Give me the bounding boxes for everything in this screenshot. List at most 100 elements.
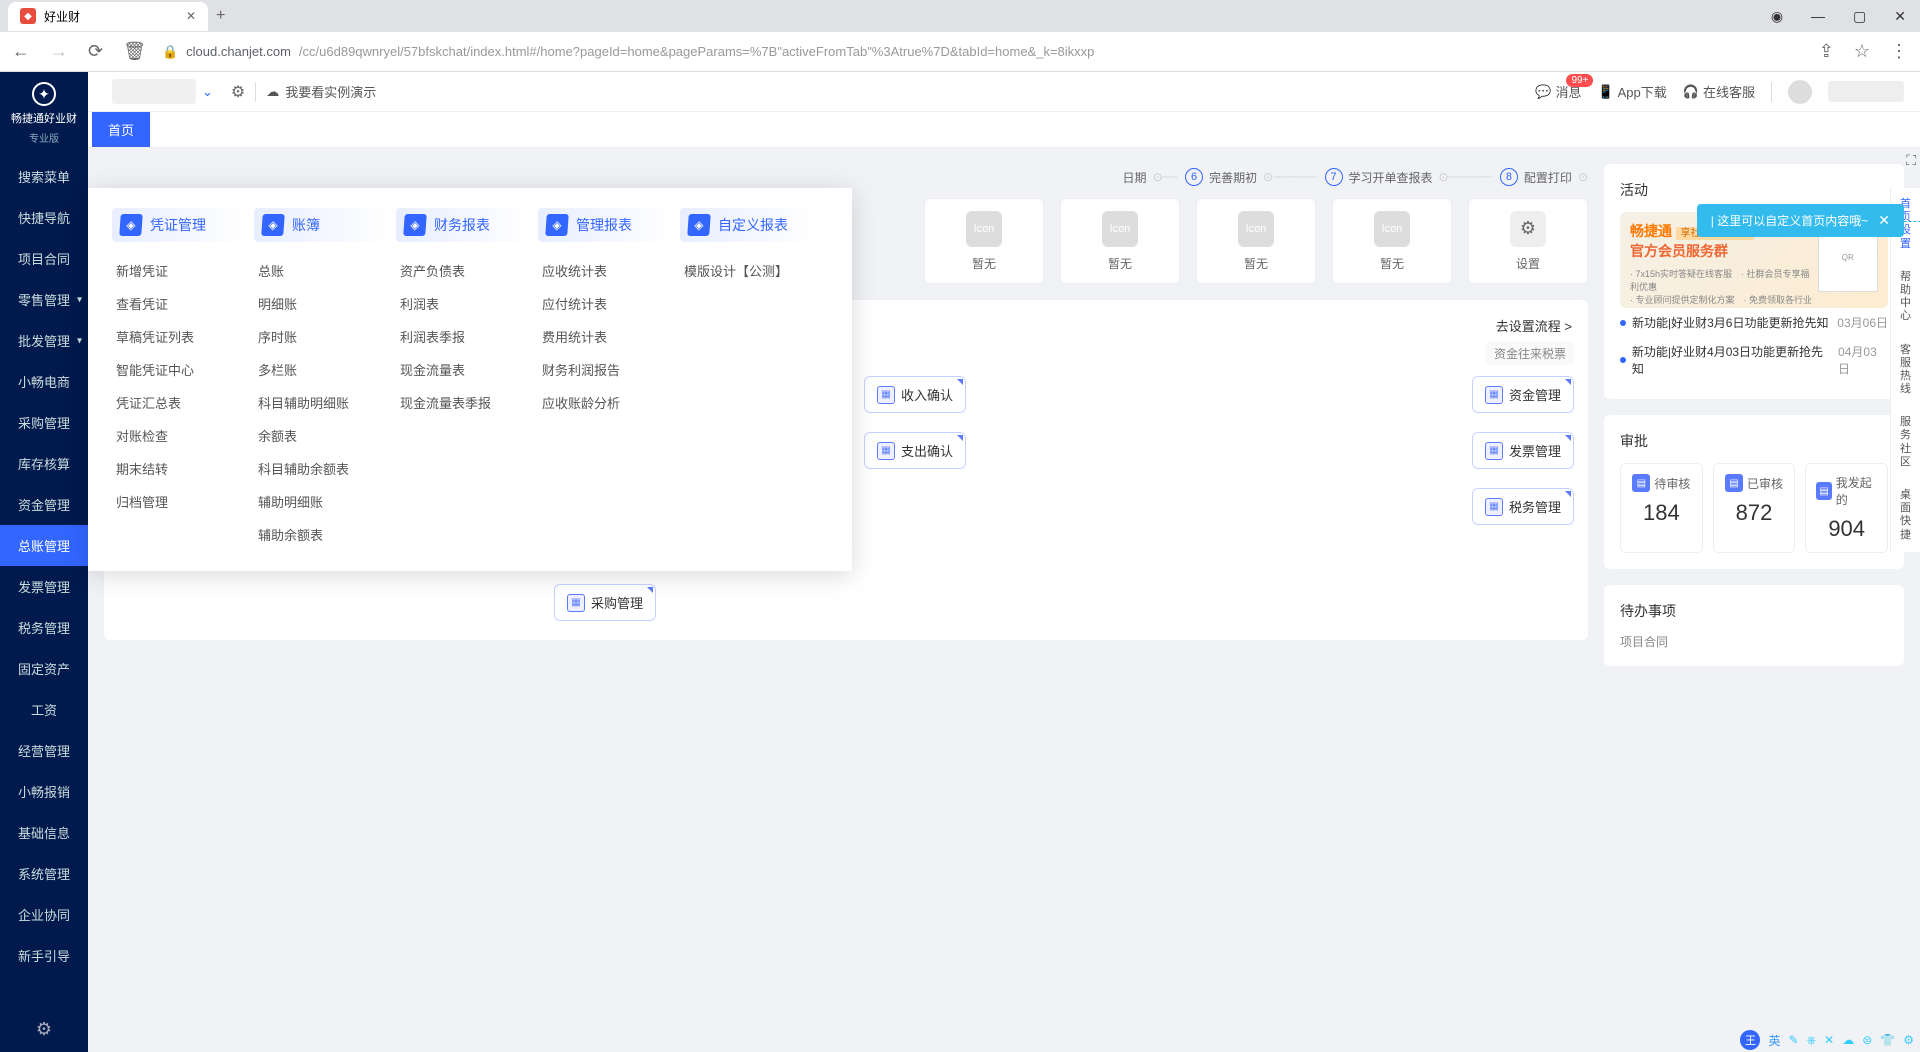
menu-item[interactable]: 总账	[254, 254, 390, 287]
forward-icon[interactable]: →	[46, 41, 72, 62]
browser-settings-icon[interactable]: ◉	[1765, 8, 1789, 25]
reload-icon[interactable]: ⟳	[84, 41, 107, 62]
dock-item[interactable]: 帮助中心	[1896, 261, 1915, 334]
sidebar-item[interactable]: 税务管理	[0, 607, 88, 648]
dock-item[interactable]: 客服热线	[1896, 334, 1915, 407]
sidebar-item[interactable]: 小畅电商	[0, 361, 88, 402]
menu-item[interactable]: 草稿凭证列表	[112, 320, 248, 353]
tray-ime[interactable]: 英	[1768, 1032, 1780, 1049]
expand-icon[interactable]: ⛶	[1906, 152, 1916, 169]
menu-item[interactable]: 凭证汇总表	[112, 386, 248, 419]
download-button[interactable]: 📱 App下载	[1597, 82, 1666, 101]
menu-item[interactable]: 财务利润报告	[538, 353, 674, 386]
approval-card[interactable]: ▤待审核184	[1620, 463, 1703, 553]
node-fund[interactable]: ▦资金管理	[1472, 376, 1574, 413]
sidebar-item[interactable]: 小畅报销	[0, 771, 88, 812]
menu-item[interactable]: 利润表	[396, 287, 532, 320]
menu-item[interactable]: 科目辅助明细账	[254, 386, 390, 419]
messages-button[interactable]: 💬 消息 99+	[1535, 82, 1581, 101]
menu-item[interactable]: 现金流量表	[396, 353, 532, 386]
delete-icon[interactable]: 🗑	[119, 41, 150, 62]
menu-item[interactable]: 余额表	[254, 419, 390, 452]
address-bar[interactable]: 🔒 cloud.chanjet.com/cc/u6d89qwnryel/57bf…	[162, 44, 1803, 60]
sidebar-item[interactable]: 资金管理	[0, 484, 88, 525]
browser-tab[interactable]: ◆ 好业财 ✕	[8, 2, 208, 31]
menu-item[interactable]: 新增凭证	[112, 254, 248, 287]
sidebar-item[interactable]: 总账管理	[0, 525, 88, 566]
menu-item[interactable]: 利润表季报	[396, 320, 532, 353]
menu-item[interactable]: 资产负债表	[396, 254, 532, 287]
close-window-icon[interactable]: ✕	[1888, 8, 1912, 25]
menu-item[interactable]: 费用统计表	[538, 320, 674, 353]
shortcut-card[interactable]: Icon暂无	[1060, 198, 1180, 284]
sidebar-item[interactable]: 零售管理▾	[0, 279, 88, 320]
sidebar-item[interactable]: 搜索菜单	[0, 156, 88, 197]
node-income-confirm[interactable]: ▦收入确认	[864, 376, 966, 413]
hint-close-icon[interactable]: ✕	[1878, 212, 1890, 229]
menu-item[interactable]: 现金流量表季报	[396, 386, 532, 419]
sidebar-item[interactable]: 经营管理	[0, 730, 88, 771]
sidebar-item[interactable]: 固定资产	[0, 648, 88, 689]
tray-icon[interactable]: 👕	[1880, 1033, 1895, 1047]
news-item[interactable]: 新功能|好业财3月6日功能更新抢先知03月06日	[1620, 308, 1888, 337]
menu-item[interactable]: 模版设计【公测】	[680, 254, 816, 287]
close-icon[interactable]: ✕	[186, 9, 196, 23]
news-item[interactable]: 新功能|好业财4月03日功能更新抢先知04月03日	[1620, 337, 1888, 383]
sidebar-item[interactable]: 企业协同	[0, 894, 88, 935]
shortcut-card[interactable]: Icon暂无	[1196, 198, 1316, 284]
star-icon[interactable]: ☆	[1850, 41, 1874, 62]
sidebar-item[interactable]: 项目合同	[0, 238, 88, 279]
approval-card[interactable]: ▤我发起的904	[1805, 463, 1888, 553]
sidebar-item[interactable]: 采购管理	[0, 402, 88, 443]
menu-item[interactable]: 应收统计表	[538, 254, 674, 287]
sidebar-item[interactable]: 新手引导	[0, 935, 88, 976]
sidebar-item[interactable]: 工资	[0, 689, 88, 730]
menu-item[interactable]: 应付统计表	[538, 287, 674, 320]
tray-icon[interactable]: ✎	[1788, 1033, 1798, 1047]
node-expense-confirm[interactable]: ▦支出确认	[864, 432, 966, 469]
minimize-icon[interactable]: —	[1805, 8, 1831, 25]
tray-icon[interactable]: ⎈	[1807, 1033, 1817, 1048]
menu-item[interactable]: 辅助余额表	[254, 518, 390, 551]
tray-icon[interactable]: ⚙	[1903, 1033, 1914, 1047]
settings-icon[interactable]: ⚙	[0, 1007, 88, 1052]
menu-item[interactable]: 序时账	[254, 320, 390, 353]
maximize-icon[interactable]: ▢	[1847, 8, 1872, 25]
dock-item[interactable]: 服务社区	[1896, 406, 1915, 479]
sidebar-item[interactable]: 系统管理	[0, 853, 88, 894]
tray-icon[interactable]: ⊜	[1862, 1033, 1872, 1047]
approval-card[interactable]: ▤已审核872	[1713, 463, 1796, 553]
demo-link[interactable]: ☁ 我要看实例演示	[266, 82, 376, 101]
org-selector[interactable]: ⌄	[104, 75, 221, 108]
menu-item[interactable]: 应收账龄分析	[538, 386, 674, 419]
service-button[interactable]: 🎧 在线客服	[1683, 82, 1755, 101]
menu-item[interactable]: 归档管理	[112, 485, 248, 518]
menu-item[interactable]: 对账检查	[112, 419, 248, 452]
sidebar-item[interactable]: 发票管理	[0, 566, 88, 607]
tray-icon[interactable]: ☁	[1842, 1033, 1854, 1047]
new-tab-button[interactable]: +	[216, 7, 225, 25]
menu-item[interactable]: 查看凭证	[112, 287, 248, 320]
shortcut-card[interactable]: Icon暂无	[924, 198, 1044, 284]
tab-home[interactable]: 首页	[92, 112, 150, 147]
shortcut-card[interactable]: Icon暂无	[1332, 198, 1452, 284]
share-icon[interactable]: ⇪	[1815, 41, 1838, 62]
menu-icon[interactable]: ⋮	[1886, 41, 1912, 62]
menu-item[interactable]: 多栏账	[254, 353, 390, 386]
node-invoice[interactable]: ▦发票管理	[1472, 432, 1574, 469]
menu-item[interactable]: 科目辅助余额表	[254, 452, 390, 485]
sidebar-item[interactable]: 基础信息	[0, 812, 88, 853]
sidebar-item[interactable]: 批发管理▾	[0, 320, 88, 361]
sidebar-item[interactable]: 快捷导航	[0, 197, 88, 238]
avatar[interactable]	[1788, 80, 1812, 104]
node-purchase[interactable]: ▦采购管理	[554, 584, 656, 621]
dock-item[interactable]: 桌面快捷	[1896, 479, 1915, 552]
sidebar-item[interactable]: 库存核算	[0, 443, 88, 484]
org-settings-icon[interactable]: ⚙	[231, 82, 245, 102]
shortcut-settings[interactable]: ⚙设置	[1468, 198, 1588, 284]
menu-item[interactable]: 明细账	[254, 287, 390, 320]
menu-item[interactable]: 期末结转	[112, 452, 248, 485]
menu-item[interactable]: 智能凭证中心	[112, 353, 248, 386]
flow-settings-link[interactable]: 去设置流程 >	[1496, 316, 1572, 335]
tray-app-icon[interactable]: 王	[1740, 1030, 1760, 1050]
